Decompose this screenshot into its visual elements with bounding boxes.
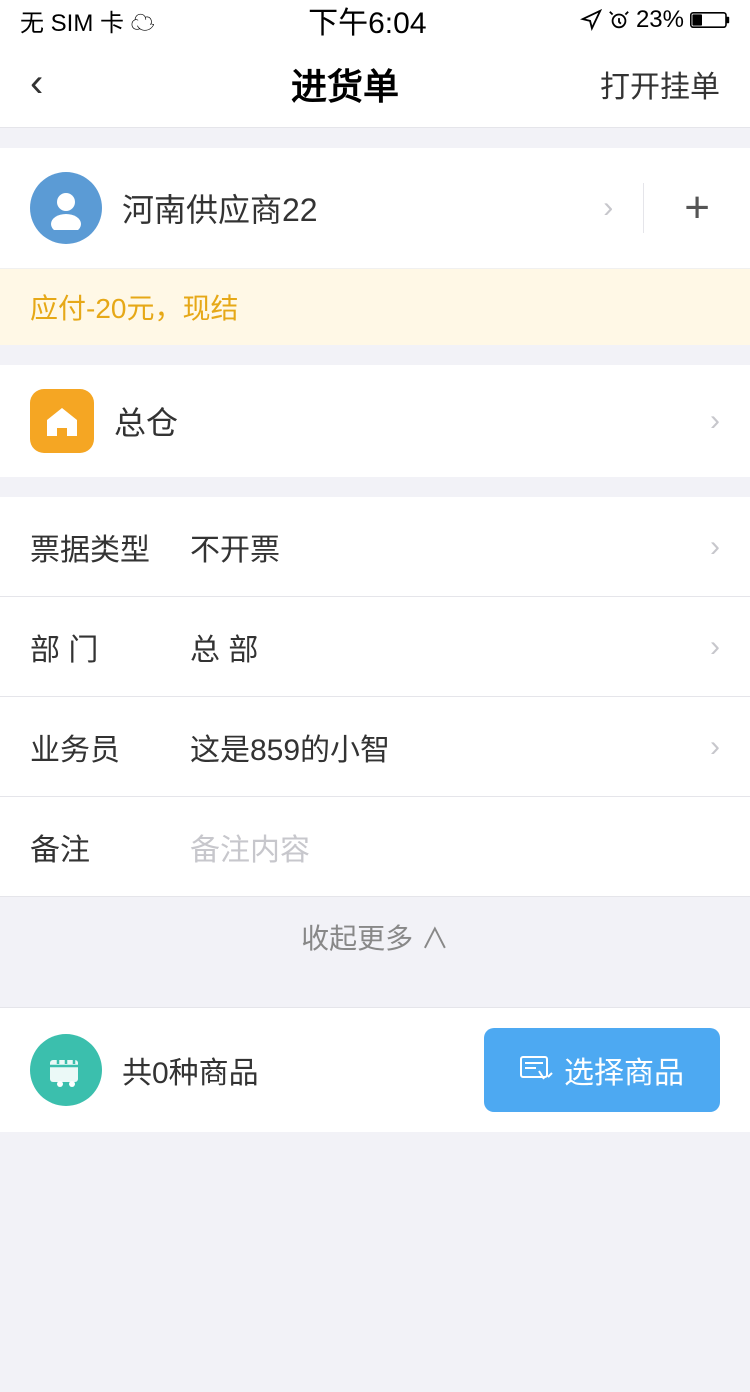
warehouse-icon [30,389,94,453]
battery-text: 23% [636,6,684,34]
page-background [0,1132,750,1392]
select-product-icon [520,1056,554,1084]
gap3 [0,477,750,497]
status-left: 无 SIM 卡 ☁ [20,3,155,38]
salesperson-chevron: › [710,730,720,764]
invoice-type-value: 不开票 [170,525,710,569]
status-right: 23% [580,6,730,34]
nav-bar: ‹ 进货单 打开挂单 [0,40,750,128]
warehouse-row[interactable]: 总仓 › [0,365,750,477]
invoice-type-chevron: › [710,530,720,564]
remark-row[interactable]: 备注 备注内容 [0,797,750,897]
user-icon [44,186,88,230]
home-icon [43,402,81,440]
sim-text: 无 SIM 卡 ☁ [20,3,155,38]
remark-label: 备注 [30,825,170,869]
page-title: 进货单 [291,58,399,110]
chevron-right-icon: › [603,191,613,225]
supplier-card: 河南供应商22 › + 应付-20元，现结 [0,148,750,345]
department-row[interactable]: 部 门 总 部 › [0,597,750,697]
product-count-text: 共0种商品 [122,1048,464,1092]
notice-bar: 应付-20元，现结 [0,269,750,345]
gap1 [0,128,750,148]
supplier-row[interactable]: 河南供应商22 › + [0,148,750,269]
salesperson-label: 业务员 [30,725,170,769]
cart-icon [44,1048,88,1092]
open-pending-button[interactable]: 打开挂单 [600,62,720,106]
salesperson-value: 这是859的小智 [170,725,710,769]
warehouse-name: 总仓 [114,398,690,444]
remark-value: 备注内容 [170,825,720,869]
warehouse-card[interactable]: 总仓 › [0,365,750,477]
department-value: 总 部 [170,625,710,669]
invoice-type-label: 票据类型 [30,525,170,569]
status-bar: 无 SIM 卡 ☁ 下午6:04 23% [0,0,750,40]
status-time: 下午6:04 [308,0,426,42]
department-chevron: › [710,630,720,664]
divider [643,183,644,233]
salesperson-row[interactable]: 业务员 这是859的小智 › [0,697,750,797]
back-button[interactable]: ‹ [30,61,90,106]
supplier-name: 河南供应商22 [122,185,583,231]
supplier-avatar [30,172,102,244]
invoice-type-row[interactable]: 票据类型 不开票 › [0,497,750,597]
gap4 [0,977,750,1007]
department-label: 部 门 [30,625,170,669]
gap2 [0,345,750,365]
location-icon [580,9,602,31]
bottom-bar: 共0种商品 选择商品 [0,1007,750,1132]
select-product-button[interactable]: 选择商品 [484,1028,720,1112]
alarm-icon [608,9,630,31]
collapse-label: 收起更多 ∧ [301,917,449,957]
battery-icon [690,9,730,31]
warehouse-chevron-icon: › [710,404,720,438]
product-icon-container [30,1034,102,1106]
form-card: 票据类型 不开票 › 部 门 总 部 › 业务员 这是859的小智 › 备注 备… [0,497,750,897]
add-supplier-button[interactable]: + [674,183,720,233]
select-product-label: 选择商品 [564,1048,684,1092]
collapse-button[interactable]: 收起更多 ∧ [0,897,750,977]
